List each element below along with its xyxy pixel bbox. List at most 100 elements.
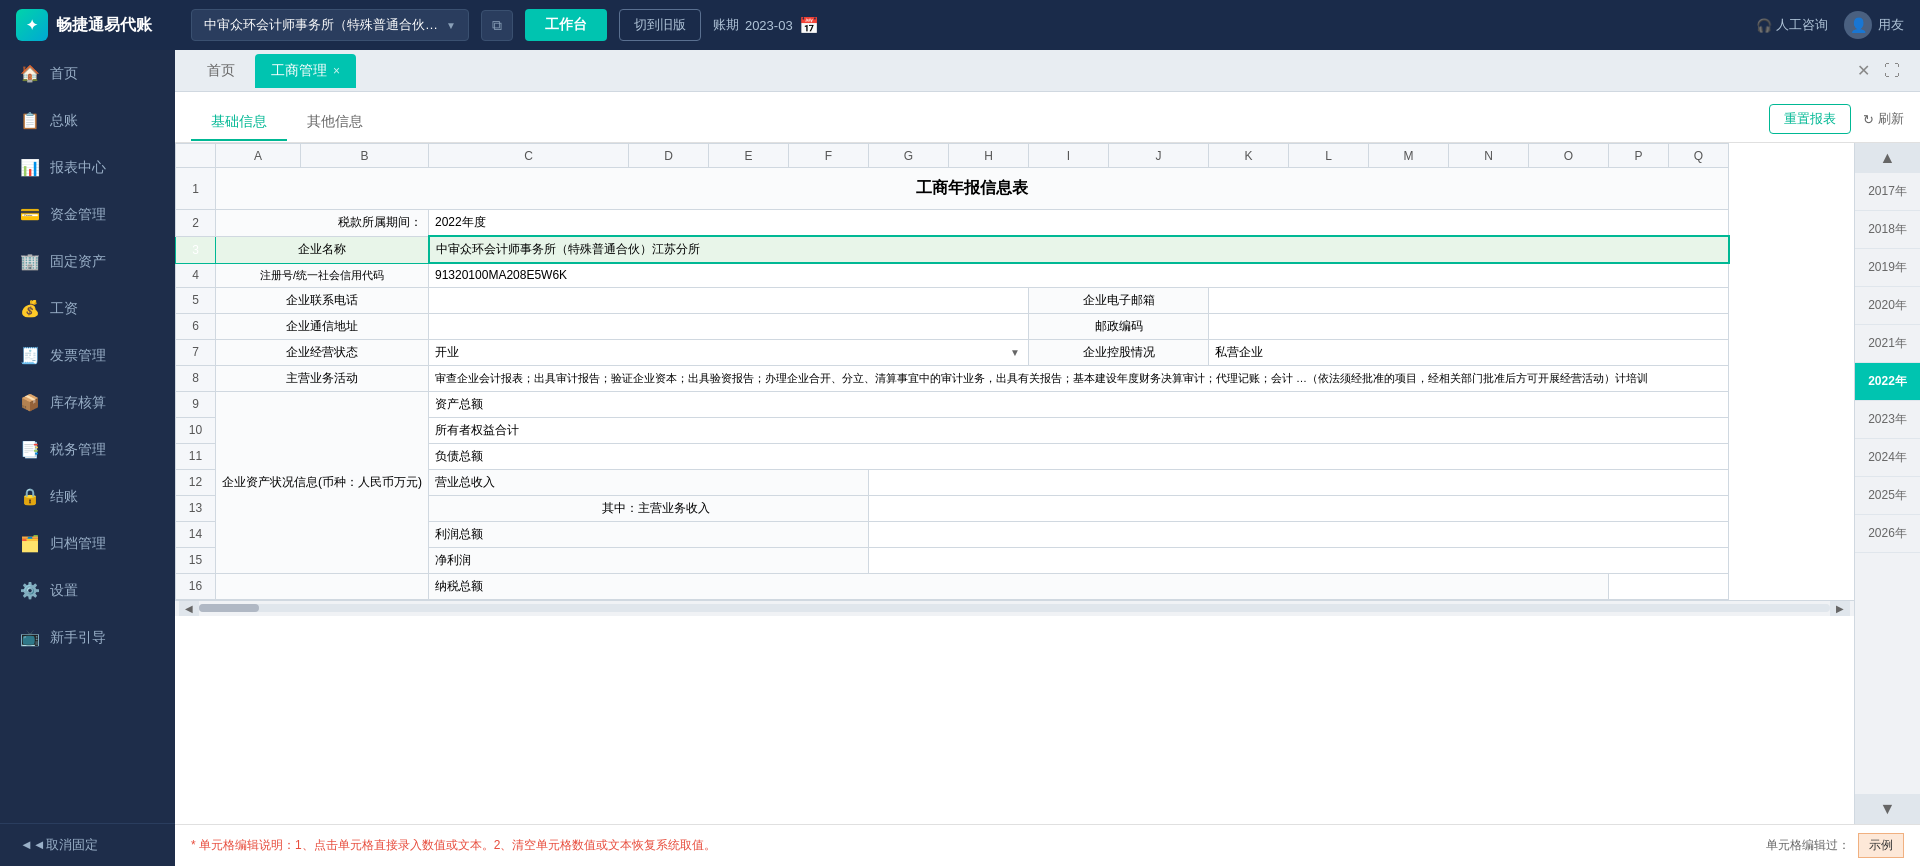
row2-label[interactable]: 税款所属期间： bbox=[216, 210, 429, 237]
row-num-8[interactable]: 8 bbox=[176, 365, 216, 391]
row10-label[interactable]: 所有者权益合计 bbox=[429, 417, 1729, 443]
col-p[interactable]: P bbox=[1609, 144, 1669, 168]
col-k[interactable]: K bbox=[1209, 144, 1289, 168]
calendar-icon[interactable]: 📅 bbox=[799, 16, 819, 35]
row15-label[interactable]: 净利润 bbox=[429, 547, 869, 573]
row-num-3[interactable]: 3 bbox=[176, 236, 216, 263]
row-num-15[interactable]: 15 bbox=[176, 547, 216, 573]
row13-label[interactable]: 其中：主营业务收入 bbox=[429, 495, 869, 521]
col-g[interactable]: G bbox=[869, 144, 949, 168]
row5-label[interactable]: 企业联系电话 bbox=[216, 287, 429, 313]
copy-button[interactable]: ⧉ bbox=[481, 10, 513, 41]
year-down-button[interactable]: ▼ bbox=[1855, 794, 1920, 824]
service-button[interactable]: 🎧 人工咨询 bbox=[1756, 16, 1828, 34]
row-num-14[interactable]: 14 bbox=[176, 521, 216, 547]
col-i[interactable]: I bbox=[1029, 144, 1109, 168]
workbench-button[interactable]: 工作台 bbox=[525, 9, 607, 41]
sidebar-item-invoice-mgmt[interactable]: 🧾 发票管理 bbox=[0, 332, 175, 379]
sidebar-item-tax-mgmt[interactable]: 📑 税务管理 bbox=[0, 426, 175, 473]
unpin-button[interactable]: ◄◄取消固定 bbox=[0, 824, 175, 866]
row6-postal[interactable] bbox=[1209, 313, 1729, 339]
row5-phone[interactable] bbox=[429, 287, 1029, 313]
row6-label[interactable]: 企业通信地址 bbox=[216, 313, 429, 339]
reset-report-button[interactable]: 重置报表 bbox=[1769, 104, 1851, 134]
scroll-left-button[interactable]: ◀ bbox=[179, 601, 199, 616]
row-num-13[interactable]: 13 bbox=[176, 495, 216, 521]
row2-value[interactable]: 2022年度 bbox=[429, 210, 1729, 237]
tab-business-mgmt[interactable]: 工商管理 × bbox=[255, 54, 356, 88]
col-l[interactable]: L bbox=[1289, 144, 1369, 168]
close-window-button[interactable]: ✕ bbox=[1853, 59, 1874, 82]
col-o[interactable]: O bbox=[1529, 144, 1609, 168]
row-num-12[interactable]: 12 bbox=[176, 469, 216, 495]
col-q[interactable]: Q bbox=[1669, 144, 1729, 168]
row-num-11[interactable]: 11 bbox=[176, 443, 216, 469]
row-num-6[interactable]: 6 bbox=[176, 313, 216, 339]
row7-label[interactable]: 企业经营状态 bbox=[216, 339, 429, 365]
row4-label[interactable]: 注册号/统一社会信用代码 bbox=[216, 263, 429, 287]
row14-label[interactable]: 利润总额 bbox=[429, 521, 869, 547]
year-item-2023[interactable]: 2023年 bbox=[1855, 401, 1920, 439]
row-num-4[interactable]: 4 bbox=[176, 263, 216, 287]
title-cell[interactable]: 工商年报信息表 bbox=[216, 168, 1729, 210]
year-item-2026[interactable]: 2026年 bbox=[1855, 515, 1920, 553]
row7-holding-label[interactable]: 企业控股情况 bbox=[1029, 339, 1209, 365]
row13-value[interactable] bbox=[869, 495, 1729, 521]
row6-addr[interactable] bbox=[429, 313, 1029, 339]
row-num-1[interactable]: 1 bbox=[176, 168, 216, 210]
row3-value[interactable]: 中审众环会计师事务所（特殊普通合伙）江苏分所 bbox=[429, 236, 1729, 263]
tab-close-icon[interactable]: × bbox=[333, 64, 340, 78]
year-up-button[interactable]: ▲ bbox=[1855, 143, 1920, 173]
row3-label[interactable]: 企业名称 bbox=[216, 236, 429, 263]
col-e[interactable]: E bbox=[709, 144, 789, 168]
sidebar-item-report-center[interactable]: 📊 报表中心 bbox=[0, 144, 175, 191]
row16-value[interactable] bbox=[1609, 573, 1729, 599]
row-num-7[interactable]: 7 bbox=[176, 339, 216, 365]
row12-value[interactable] bbox=[869, 469, 1729, 495]
sidebar-item-new-guide[interactable]: 📺 新手引导 bbox=[0, 614, 175, 661]
col-f[interactable]: F bbox=[789, 144, 869, 168]
year-item-2024[interactable]: 2024年 bbox=[1855, 439, 1920, 477]
col-b[interactable]: B bbox=[301, 144, 429, 168]
scroll-right-button[interactable]: ▶ bbox=[1830, 601, 1850, 616]
row-num-9[interactable]: 9 bbox=[176, 391, 216, 417]
sidebar-item-fixed-assets[interactable]: 🏢 固定资产 bbox=[0, 238, 175, 285]
row15-value[interactable] bbox=[869, 547, 1729, 573]
year-item-2020[interactable]: 2020年 bbox=[1855, 287, 1920, 325]
sidebar-item-settings[interactable]: ⚙️ 设置 bbox=[0, 567, 175, 614]
col-j[interactable]: J bbox=[1109, 144, 1209, 168]
col-m[interactable]: M bbox=[1369, 144, 1449, 168]
expand-window-button[interactable]: ⛶ bbox=[1880, 59, 1904, 82]
row9-label[interactable]: 资产总额 bbox=[429, 391, 1729, 417]
col-a[interactable]: A bbox=[216, 144, 301, 168]
sidebar-item-close-account[interactable]: 🔒 结账 bbox=[0, 473, 175, 520]
row14-value[interactable] bbox=[869, 521, 1729, 547]
row8-value[interactable]: 审查企业会计报表；出具审计报告；验证企业资本；出具验资报告；办理企业合开、分立、… bbox=[429, 365, 1729, 391]
col-c[interactable]: C bbox=[429, 144, 629, 168]
row8-label[interactable]: 主营业务活动 bbox=[216, 365, 429, 391]
col-d[interactable]: D bbox=[629, 144, 709, 168]
row7-status[interactable]: 开业 ▼ bbox=[429, 339, 1029, 365]
row-num-10[interactable]: 10 bbox=[176, 417, 216, 443]
row-num-2[interactable]: 2 bbox=[176, 210, 216, 237]
row5-email[interactable] bbox=[1209, 287, 1729, 313]
sidebar-item-fund-mgmt[interactable]: 💳 资金管理 bbox=[0, 191, 175, 238]
year-item-2021[interactable]: 2021年 bbox=[1855, 325, 1920, 363]
sidebar-item-archive-mgmt[interactable]: 🗂️ 归档管理 bbox=[0, 520, 175, 567]
row11-label[interactable]: 负债总额 bbox=[429, 443, 1729, 469]
horizontal-scrollbar[interactable]: ◀ ▶ bbox=[175, 600, 1854, 616]
sub-tab-other-info[interactable]: 其他信息 bbox=[287, 105, 383, 141]
row4-value[interactable]: 91320100MA208E5W6K bbox=[429, 263, 1729, 287]
row-num-16[interactable]: 16 bbox=[176, 573, 216, 599]
sidebar-item-general-ledger[interactable]: 📋 总账 bbox=[0, 97, 175, 144]
row-num-5[interactable]: 5 bbox=[176, 287, 216, 313]
col-h[interactable]: H bbox=[949, 144, 1029, 168]
company-selector[interactable]: 中审众环会计师事务所（特殊普通合伙… ▼ bbox=[191, 9, 469, 41]
sidebar-item-payroll[interactable]: 💰 工资 bbox=[0, 285, 175, 332]
year-item-2025[interactable]: 2025年 bbox=[1855, 477, 1920, 515]
col-n[interactable]: N bbox=[1449, 144, 1529, 168]
row5-email-label[interactable]: 企业电子邮箱 bbox=[1029, 287, 1209, 313]
year-item-2018[interactable]: 2018年 bbox=[1855, 211, 1920, 249]
sidebar-item-home[interactable]: 🏠 首页 bbox=[0, 50, 175, 97]
year-item-2022[interactable]: 2022年 bbox=[1855, 363, 1920, 401]
